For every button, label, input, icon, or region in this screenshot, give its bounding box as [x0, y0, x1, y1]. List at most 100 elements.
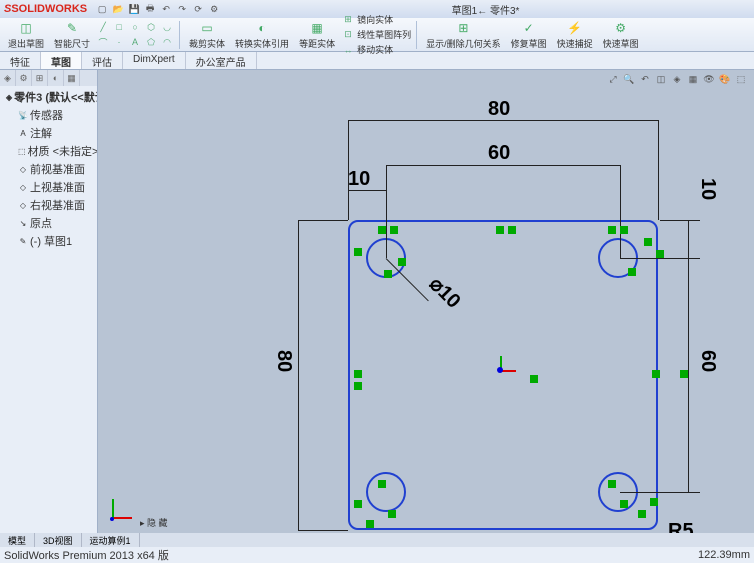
tree-item-sketch1[interactable]: ✎(-) 草图1 [14, 232, 95, 250]
view-orient-icon[interactable]: ◈ [670, 72, 684, 86]
view-triad[interactable] [108, 493, 138, 523]
constraint-marker[interactable] [644, 238, 652, 246]
feature-tree-tab-icon[interactable]: ◈ [0, 70, 16, 86]
tab-motion-study[interactable]: 运动算例1 [82, 533, 140, 547]
property-tab-icon[interactable]: ⚙ [16, 70, 32, 86]
exit-sketch-button[interactable]: ◫退出草图 [4, 18, 48, 51]
constraint-marker[interactable] [354, 382, 362, 390]
constraint-marker[interactable] [680, 370, 688, 378]
point-tool-icon[interactable]: · [112, 35, 126, 49]
spline-tool-icon[interactable]: ⌒ [96, 35, 110, 49]
constraint-marker[interactable] [398, 258, 406, 266]
constraint-marker[interactable] [388, 510, 396, 518]
constraint-marker[interactable] [390, 226, 398, 234]
tab-office[interactable]: 办公室产品 [186, 52, 257, 69]
dimension-hole-spacing-60[interactable]: 60 [488, 142, 510, 165]
graphics-canvas[interactable]: ⤢ 🔍 ↶ ◫ ◈ ▦ 👁 🎨 ⬚ [98, 70, 754, 533]
offset-button[interactable]: ▦等距实体 [295, 18, 339, 51]
dimension-height-80[interactable]: 80 [272, 350, 295, 372]
tree-item-right-plane[interactable]: ◇右视基准面 [14, 196, 95, 214]
dimension-offset-10[interactable]: 10 [348, 168, 370, 191]
constraint-marker[interactable] [656, 250, 664, 258]
constraint-marker[interactable] [378, 226, 386, 234]
hide-show-icon[interactable]: 👁 [702, 72, 716, 86]
section-view-icon[interactable]: ◫ [654, 72, 668, 86]
tab-sketch[interactable]: 草图 [41, 52, 82, 69]
trim-button[interactable]: ▭裁剪实体 [185, 18, 229, 51]
constraint-marker[interactable] [608, 480, 616, 488]
redo-icon[interactable]: ↷ [175, 2, 189, 16]
smart-dimension-button[interactable]: ✎智能尺寸 [50, 18, 94, 51]
tab-3dview[interactable]: 3D视图 [35, 533, 82, 547]
dimension-width-80[interactable]: 80 [488, 98, 510, 121]
constraint-marker[interactable] [620, 500, 628, 508]
constraint-marker[interactable] [378, 480, 386, 488]
tab-features[interactable]: 特征 [0, 52, 41, 69]
tree-item-annotations[interactable]: A注解 [14, 124, 95, 142]
dim-tab-icon[interactable]: ◐ [48, 70, 64, 86]
text-tool-icon[interactable]: A [128, 35, 142, 49]
options-icon[interactable]: ⚙ [207, 2, 221, 16]
tab-dimxpert[interactable]: DimXpert [123, 52, 186, 69]
quick-sketch-button[interactable]: ⚙快速草图 [599, 18, 643, 51]
rebuild-icon[interactable]: ⟳ [191, 2, 205, 16]
status-coordinates: 122.39mm [698, 549, 750, 561]
constraint-marker[interactable] [650, 498, 658, 506]
constraint-marker[interactable] [628, 268, 636, 276]
tree-item-origin[interactable]: ↘原点 [14, 214, 95, 232]
prev-view-icon[interactable]: ↶ [638, 72, 652, 86]
constraint-marker[interactable] [620, 226, 628, 234]
constraint-marker[interactable] [608, 226, 616, 234]
tree-root[interactable]: ◈零件3 (默认<<默认>_显示状态 [2, 88, 95, 106]
display-tab-icon[interactable]: ▦ [64, 70, 80, 86]
open-icon[interactable]: 📂 [111, 2, 125, 16]
scene-icon[interactable]: ⬚ [734, 72, 748, 86]
constraint-marker[interactable] [354, 370, 362, 378]
line-tool-icon[interactable]: ╱ [96, 20, 110, 34]
move-icon[interactable]: ↔ [341, 43, 355, 57]
origin-point [497, 367, 503, 373]
feature-tree[interactable]: ◈零件3 (默认<<默认>_显示状态 📡传感器 A注解 ⬚材质 <未指定> ◇前… [0, 86, 97, 533]
repair-button[interactable]: ✓修复草图 [507, 18, 551, 51]
rect-tool-icon[interactable]: □ [112, 20, 126, 34]
zoom-area-icon[interactable]: 🔍 [622, 72, 636, 86]
tree-item-front-plane[interactable]: ◇前视基准面 [14, 160, 95, 178]
constraint-marker[interactable] [354, 500, 362, 508]
save-icon[interactable]: 💾 [127, 2, 141, 16]
convert-button[interactable]: ◐转换实体引用 [231, 18, 293, 51]
print-icon[interactable]: 🖶 [143, 2, 157, 16]
snap-button[interactable]: ⚡快速捕捉 [553, 18, 597, 51]
appearance-icon[interactable]: 🎨 [718, 72, 732, 86]
new-icon[interactable]: ▢ [95, 2, 109, 16]
constraint-marker[interactable] [638, 510, 646, 518]
zoom-fit-icon[interactable]: ⤢ [606, 72, 620, 86]
dimension-offset-right-10[interactable]: 10 [696, 178, 719, 200]
ellipse-tool-icon[interactable]: ◠ [160, 35, 174, 49]
sketch-hole-bl[interactable] [366, 472, 406, 512]
dimension-hole-spacing-v-60[interactable]: 60 [696, 350, 719, 372]
constraint-marker[interactable] [354, 248, 362, 256]
constraint-marker[interactable] [366, 520, 374, 528]
mirror-icon[interactable]: ⊞ [341, 13, 355, 27]
config-tab-icon[interactable]: ⊞ [32, 70, 48, 86]
constraint-marker[interactable] [508, 226, 516, 234]
undo-icon[interactable]: ↶ [159, 2, 173, 16]
tree-item-top-plane[interactable]: ◇上视基准面 [14, 178, 95, 196]
slot-tool-icon[interactable]: ⬠ [144, 35, 158, 49]
tab-evaluate[interactable]: 评估 [82, 52, 123, 69]
constraint-marker[interactable] [384, 270, 392, 278]
ribbon-toolbar: ◫退出草图 ✎智能尺寸 ╱ □ ○ ⬡ ◡ ⌒ · A ⬠ ◠ ▭裁剪实体 ◐转… [0, 18, 754, 52]
crumb-toggle[interactable]: ▸ 隐 藏 [140, 516, 168, 529]
display-style-icon[interactable]: ▦ [686, 72, 700, 86]
circle-tool-icon[interactable]: ○ [128, 20, 142, 34]
relations-button[interactable]: ⊞显示/删除几何关系 [422, 18, 505, 51]
polygon-tool-icon[interactable]: ⬡ [144, 20, 158, 34]
arc-tool-icon[interactable]: ◡ [160, 20, 174, 34]
tree-item-material[interactable]: ⬚材质 <未指定> [14, 142, 95, 160]
constraint-marker[interactable] [496, 226, 504, 234]
linear-pattern-icon[interactable]: ⊡ [341, 28, 355, 42]
tab-model[interactable]: 模型 [0, 533, 35, 547]
constraint-marker[interactable] [530, 375, 538, 383]
tree-item-sensors[interactable]: 📡传感器 [14, 106, 95, 124]
constraint-marker[interactable] [652, 370, 660, 378]
